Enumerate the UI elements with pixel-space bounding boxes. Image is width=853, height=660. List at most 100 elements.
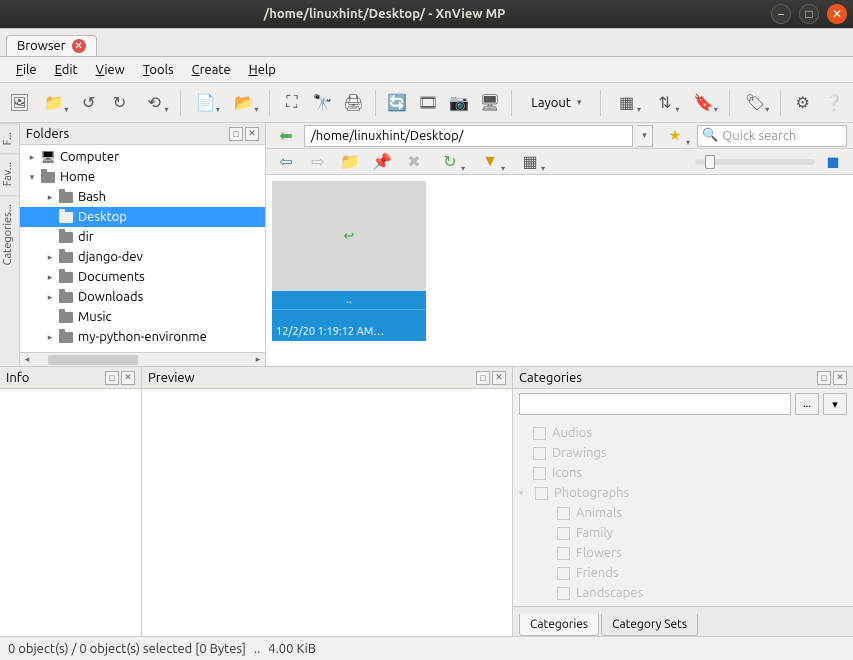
tab-browser[interactable]: Browser ✕ [6,35,97,56]
twist-icon[interactable]: ▸ [44,332,56,343]
tab-categories[interactable]: Categories [519,614,599,636]
category-flowers[interactable]: Flowers [513,543,853,563]
checkbox[interactable] [557,587,570,600]
category-animals[interactable]: Animals [513,503,853,523]
help-icon[interactable]: ❔ [820,89,847,117]
thumb-max-icon[interactable]: ◼ [819,148,847,176]
category-drawings[interactable]: Drawings [513,443,853,463]
layout-button[interactable]: Layout [520,89,592,117]
folder-tree[interactable]: ▸🖥Computer▾Home▸BashDesktopdir▸django-de… [20,145,265,352]
twist-icon[interactable]: ▸ [44,292,56,303]
twist-icon[interactable]: ▾ [519,488,529,499]
checkbox[interactable] [557,547,570,560]
tab-category-sets[interactable]: Category Sets [601,614,698,636]
tree-item-computer[interactable]: ▸🖥Computer [20,147,265,167]
checkbox[interactable] [533,467,546,480]
tree-item-bash[interactable]: ▸Bash [20,187,265,207]
tree-item-documents[interactable]: ▸Documents [20,267,265,287]
menu-file[interactable]: File [8,60,45,80]
address-history-icon[interactable]: ▾ [637,125,653,147]
menu-create[interactable]: Create [184,60,239,80]
twist-icon[interactable]: ▸ [26,152,38,163]
rail-tab-f[interactable]: F... [0,123,19,153]
panel-close-icon[interactable]: ✕ [245,127,259,141]
panel-close-icon[interactable]: ✕ [121,371,135,385]
rail-tab-categories[interactable]: Categories... [0,195,19,273]
category-more-button[interactable]: ... [795,393,819,415]
open-folder-icon[interactable]: 📁 [37,89,71,117]
menu-help[interactable]: Help [241,60,284,80]
rotate-cw-icon[interactable]: ↻ [106,89,133,117]
panel-float-icon[interactable]: □ [105,371,119,385]
move-to-icon[interactable]: 📂 [227,89,261,117]
category-menu-button[interactable]: ▾ [823,393,847,415]
nav-prev-icon[interactable]: ⇦ [272,148,300,176]
nav-back-icon[interactable]: ⬅ [272,122,300,150]
pin-icon[interactable]: 📌 [368,148,396,176]
menu-tools[interactable]: Tools [135,60,182,80]
favorite-icon[interactable]: ★ [657,122,693,150]
panel-float-icon[interactable]: □ [476,371,490,385]
twist-icon[interactable]: ▸ [44,272,56,283]
tag-icon[interactable]: 🏷 [738,89,772,117]
view-mode-icon[interactable]: ▦ [512,148,548,176]
open-image-icon[interactable]: 🖼 [6,89,33,117]
tree-item-my-python-environme[interactable]: ▸my-python-environme [20,327,265,347]
up-folder-icon[interactable]: 📁 [336,148,364,176]
delete-icon[interactable]: ✖ [400,148,428,176]
checkbox[interactable] [557,567,570,580]
tree-hscroll[interactable]: ◂▸ [20,352,265,366]
tab-close-icon[interactable]: ✕ [72,39,86,53]
category-filter-input[interactable] [519,393,791,415]
binoculars-icon[interactable]: 🔭 [309,89,336,117]
panels-icon[interactable]: ▦ [609,89,643,117]
twist-icon[interactable]: ▾ [26,172,38,183]
category-family[interactable]: Family [513,523,853,543]
category-friends[interactable]: Friends [513,563,853,583]
settings-icon[interactable]: ⚙ [789,89,816,117]
checkbox[interactable] [533,427,546,440]
copy-to-icon[interactable]: 📄 [188,89,222,117]
twist-icon[interactable]: ▸ [44,252,56,263]
tree-item-music[interactable]: Music [20,307,265,327]
address-input[interactable]: /home/linuxhint/Desktop/ [304,125,633,147]
close-button[interactable]: ✕ [827,4,847,24]
sort-icon[interactable]: ⇅ [648,89,682,117]
thumb-size-slider[interactable] [695,159,815,165]
refresh-icon[interactable]: ↻ [432,148,468,176]
tree-item-downloads[interactable]: ▸Downloads [20,287,265,307]
menu-edit[interactable]: Edit [47,60,86,80]
rotate-more-icon[interactable]: ⟲ [137,89,171,117]
category-audios[interactable]: Audios [513,423,853,443]
maximize-button[interactable]: □ [799,4,819,24]
panel-close-icon[interactable]: ✕ [833,371,847,385]
filter-icon[interactable]: ▼ [472,148,508,176]
menu-view[interactable]: View [88,60,133,80]
twist-icon[interactable]: ▸ [44,192,56,203]
rail-tab-favorites[interactable]: Fav... [0,153,19,194]
checkbox[interactable] [535,487,548,500]
print-icon[interactable]: 🖨 [340,89,367,117]
tree-item-home[interactable]: ▾Home [20,167,265,187]
batch-icon[interactable]: 🎞 [415,89,442,117]
tree-item-desktop[interactable]: Desktop [20,207,265,227]
panel-float-icon[interactable]: □ [229,127,243,141]
tree-item-django-dev[interactable]: ▸django-dev [20,247,265,267]
category-icons[interactable]: Icons [513,463,853,483]
checkbox[interactable] [557,527,570,540]
capture-icon[interactable]: 📷 [446,89,473,117]
thumbnail-area[interactable]: ↩ .. 12/2/20 1:19:12 AM… [266,175,853,366]
quick-search-input[interactable]: 🔍 Quick search [697,125,847,147]
category-photographs[interactable]: ▾Photographs [513,483,853,503]
category-landscapes[interactable]: Landscapes [513,583,853,603]
minimize-button[interactable]: – [771,4,791,24]
panel-close-icon[interactable]: ✕ [492,371,506,385]
thumb-parent-dir[interactable]: ↩ .. 12/2/20 1:19:12 AM… [272,181,426,341]
checkbox[interactable] [557,507,570,520]
rotate-ccw-icon[interactable]: ↺ [75,89,102,117]
tree-item-dir[interactable]: dir [20,227,265,247]
checkbox[interactable] [533,447,546,460]
category-tree[interactable]: AudiosDrawingsIcons▾PhotographsAnimalsFa… [513,419,853,606]
fullscreen-icon[interactable]: ⛶ [278,89,305,117]
panel-float-icon[interactable]: □ [817,371,831,385]
